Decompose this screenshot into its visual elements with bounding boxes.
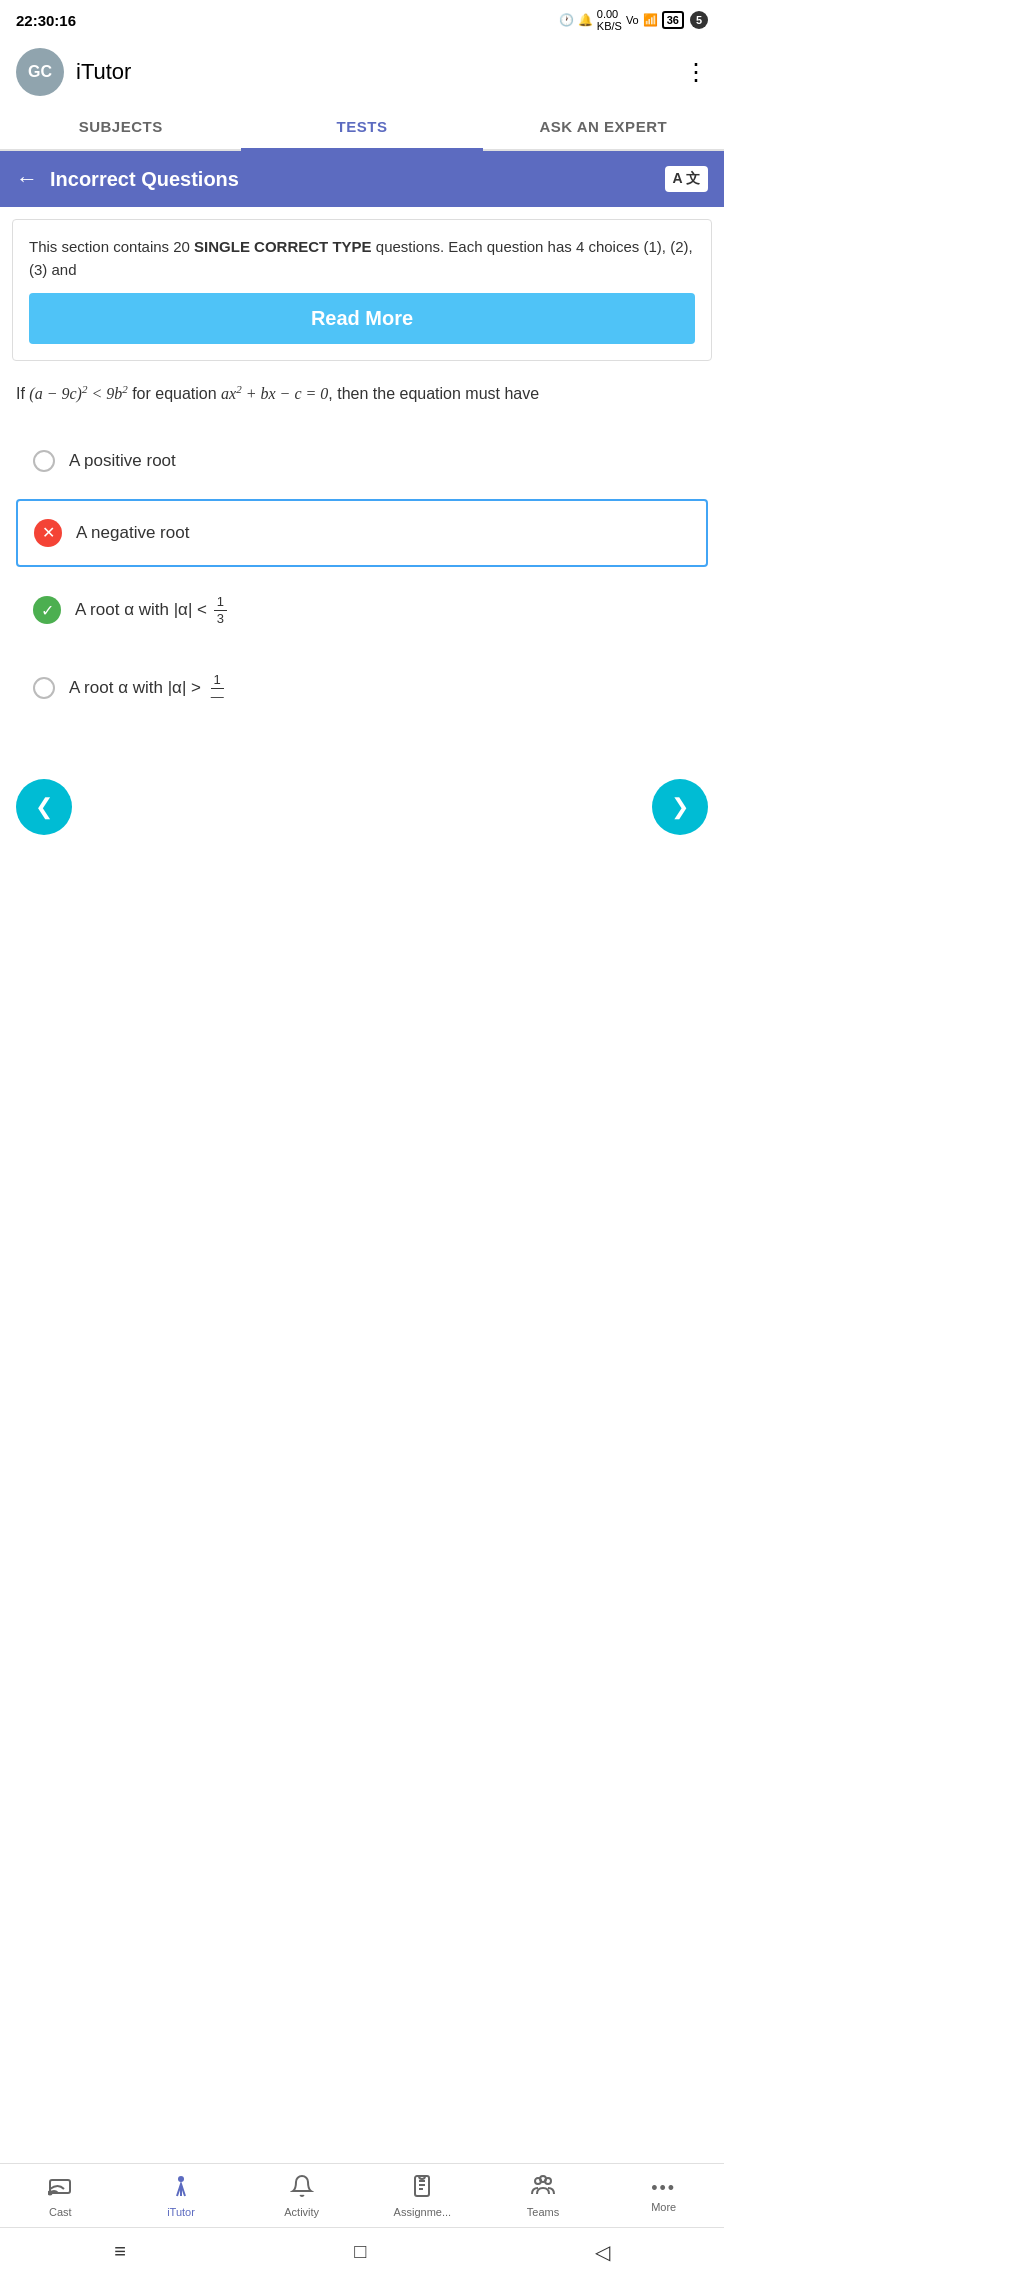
option-a-text: A positive root — [69, 451, 176, 471]
option-d-radio — [33, 677, 55, 699]
bottom-nav: Cast iTutor Activity — [0, 2163, 724, 2227]
bottom-nav-teams[interactable]: Teams — [483, 2164, 604, 2227]
question-text: If (a − 9c)2 < 9b2 for equation ax2 + bx… — [16, 381, 708, 407]
svg-point-7 — [540, 2176, 546, 2182]
options-list: A positive root ✕ A negative root ✓ A ro… — [16, 431, 708, 731]
home-button[interactable]: □ — [354, 2240, 366, 2263]
fraction-1-3: 1 3 — [214, 594, 227, 626]
tab-bar: SUBJECTS TESTS ASK AN EXPERT — [0, 104, 724, 151]
app-bar: GC iTutor ⋮ — [0, 40, 724, 104]
section-header: ← Incorrect Questions A 文 — [0, 151, 724, 207]
fraction-1-dash: 1 — — [208, 672, 227, 704]
status-time: 22:30:16 — [16, 12, 76, 29]
app-title: iTutor — [76, 59, 684, 85]
next-icon: ❯ — [671, 794, 689, 820]
avatar: GC — [16, 48, 64, 96]
itutor-label: iTutor — [167, 2206, 195, 2218]
assignments-label: Assignme... — [394, 2206, 451, 2218]
bottom-nav-cast[interactable]: Cast — [0, 2164, 121, 2227]
option-c[interactable]: ✓ A root α with |α| < 1 3 — [16, 575, 708, 645]
assignments-icon — [410, 2174, 434, 2204]
teams-label: Teams — [527, 2206, 559, 2218]
menu-button[interactable]: ≡ — [114, 2240, 126, 2263]
prev-button[interactable]: ❮ — [16, 779, 72, 835]
bottom-nav-itutor[interactable]: iTutor — [121, 2164, 242, 2227]
tab-subjects[interactable]: SUBJECTS — [0, 104, 241, 149]
status-icons: 🕐 🔔 0.00KB/S Vo 📶 36 5 — [559, 8, 708, 32]
svg-point-1 — [49, 2191, 52, 2194]
translate-label: A 文 — [673, 170, 700, 188]
alarm-icon: 🕐 — [559, 13, 574, 27]
option-c-text: A root α with |α| < 1 3 — [75, 594, 229, 626]
next-button[interactable]: ❯ — [652, 779, 708, 835]
more-label: More — [651, 2201, 676, 2213]
content-description-card: This section contains 20 SINGLE CORRECT … — [12, 219, 712, 361]
tab-ask-expert[interactable]: ASK AN EXPERT — [483, 104, 724, 149]
battery-icon: 36 — [662, 11, 684, 29]
itutor-icon — [169, 2174, 193, 2204]
back-button-sys[interactable]: ◁ — [595, 2240, 610, 2264]
option-a[interactable]: A positive root — [16, 431, 708, 491]
translate-button[interactable]: A 文 — [665, 166, 708, 192]
back-button[interactable]: ← — [16, 166, 38, 192]
status-bar: 22:30:16 🕐 🔔 0.00KB/S Vo 📶 36 5 — [0, 0, 724, 40]
option-c-correct-icon: ✓ — [33, 596, 61, 624]
math-expression-2: ax2 + bx − c = 0 — [221, 385, 328, 402]
prev-icon: ❮ — [35, 794, 53, 820]
bottom-nav-assignments[interactable]: Assignme... — [362, 2164, 483, 2227]
more-menu-icon[interactable]: ⋮ — [684, 58, 708, 86]
option-d-text: A root α with |α| > 1 — — [69, 672, 229, 704]
option-d[interactable]: A root α with |α| > 1 — — [16, 653, 708, 723]
section-title: Incorrect Questions — [50, 168, 665, 191]
more-icon: ••• — [651, 2178, 676, 2199]
option-b-wrong-icon: ✕ — [34, 519, 62, 547]
tab-tests[interactable]: TESTS — [241, 104, 482, 149]
read-more-button[interactable]: Read More — [29, 293, 695, 344]
option-b[interactable]: ✕ A negative root — [16, 499, 708, 567]
bottom-nav-more[interactable]: ••• More — [603, 2164, 724, 2227]
notification-count: 5 — [690, 11, 708, 29]
section-description: This section contains 20 SINGLE CORRECT … — [29, 236, 695, 281]
bottom-nav-activity[interactable]: Activity — [241, 2164, 362, 2227]
network-speed: 0.00KB/S — [597, 8, 622, 32]
option-b-text: A negative root — [76, 523, 189, 543]
notification-icon: 🔔 — [578, 13, 593, 27]
signal-icon: 📶 — [643, 13, 658, 27]
system-nav: ≡ □ ◁ — [0, 2227, 724, 2275]
cast-label: Cast — [49, 2206, 72, 2218]
teams-icon — [530, 2174, 556, 2204]
option-a-radio — [33, 450, 55, 472]
question-area: If (a − 9c)2 < 9b2 for equation ax2 + bx… — [0, 361, 724, 743]
wifi-icon: Vo — [626, 14, 639, 26]
math-expression-1: (a − 9c)2 < 9b2 — [29, 385, 127, 402]
activity-label: Activity — [284, 2206, 319, 2218]
cast-icon — [48, 2174, 72, 2204]
nav-buttons: ❮ ❯ — [0, 763, 724, 851]
activity-icon — [290, 2174, 314, 2204]
